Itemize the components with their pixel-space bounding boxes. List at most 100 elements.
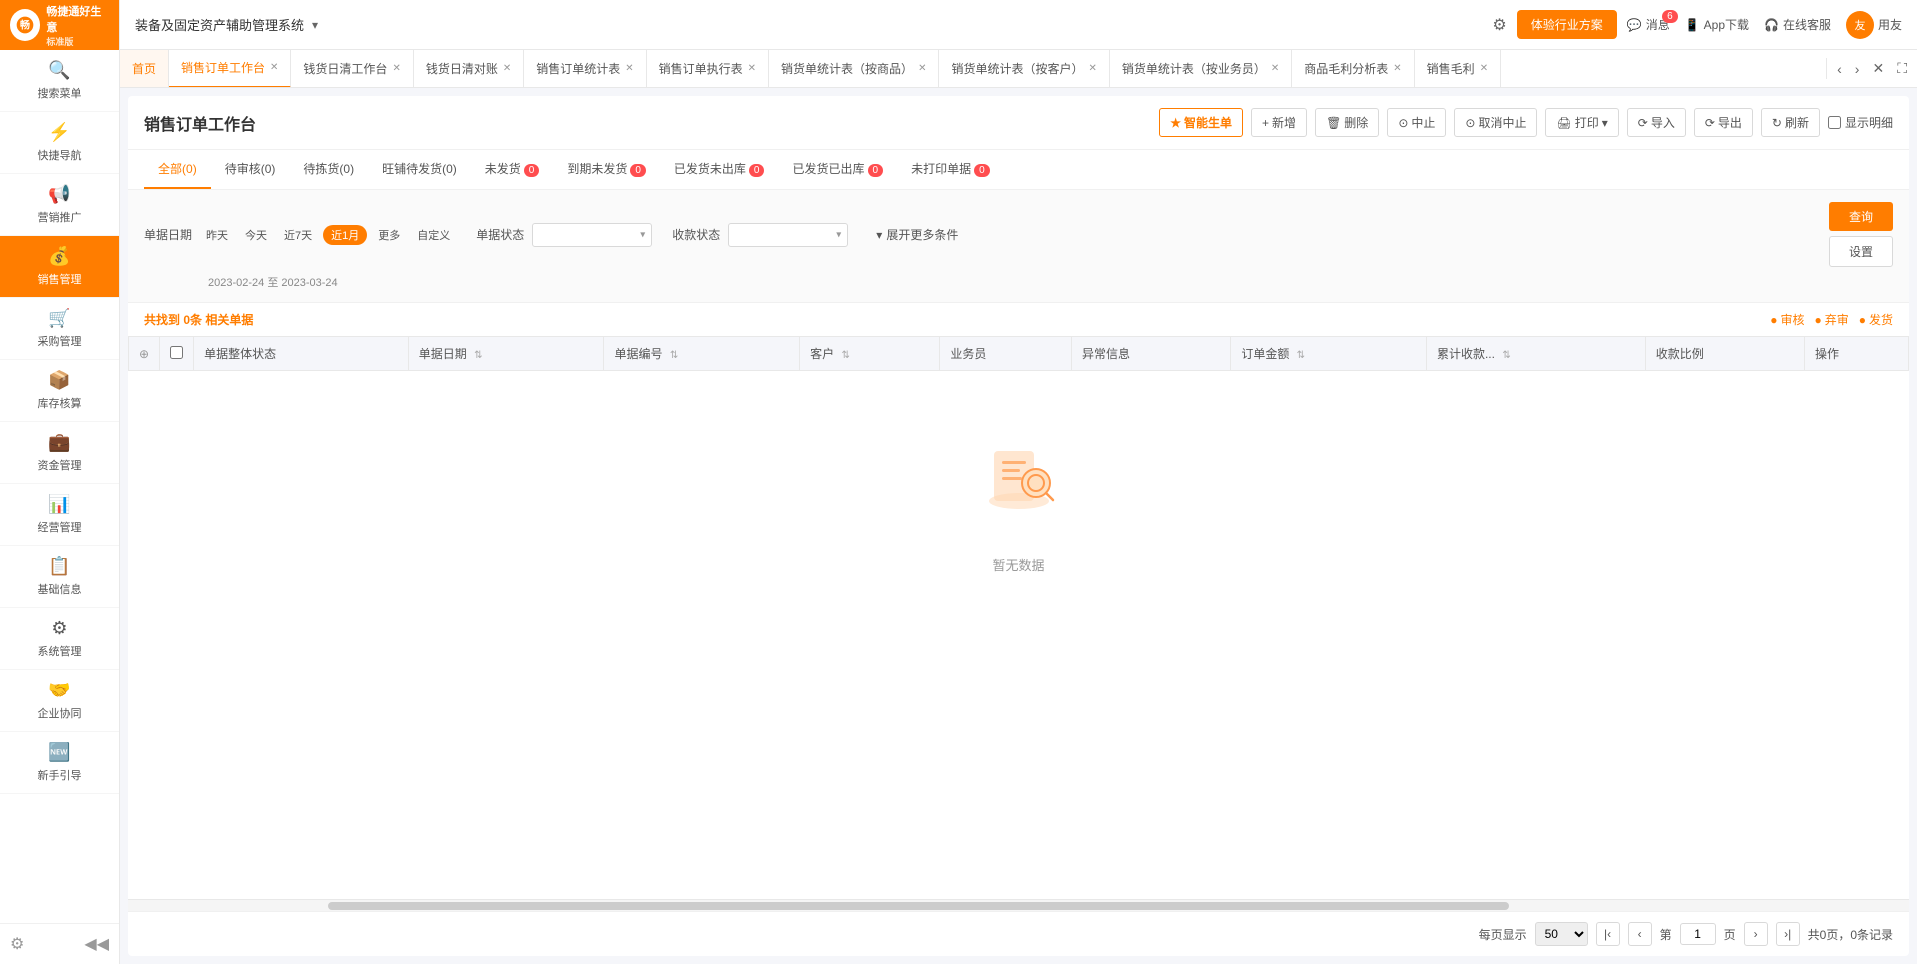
col-customer-header[interactable]: 客户 ⇅	[800, 337, 940, 371]
tab-next-icon[interactable]: ›	[1850, 59, 1865, 79]
shortcut-7days[interactable]: 近7天	[278, 225, 318, 245]
show-detail-checkbox[interactable]	[1828, 116, 1841, 129]
sidebar-item-marketing[interactable]: 📢 营销推广	[0, 174, 119, 236]
close-tab-sales-exec[interactable]: ✕	[748, 63, 756, 74]
col-staff-header[interactable]: 业务员	[940, 337, 1072, 371]
batch-audit-button[interactable]: ● 审核	[1770, 311, 1804, 328]
handshake-icon: 🤝	[48, 680, 70, 701]
tab-close-all-icon[interactable]: ✕	[1867, 58, 1889, 79]
collapse-icon[interactable]: ◀◀	[84, 934, 109, 954]
tab-prev-icon[interactable]: ‹	[1832, 59, 1847, 79]
sidebar: 畅 畅捷通好生意 标准版 🔍 搜索菜单 ⚡ 快捷导航 📢 营销推广 💰 销售管理…	[0, 0, 120, 964]
filter-tab-shipped-not-outbound[interactable]: 已发货未出库0	[660, 150, 779, 189]
tab-sales-profit[interactable]: 销售毛利 ✕	[1415, 50, 1501, 88]
sidebar-item-finance[interactable]: 💼 资金管理	[0, 422, 119, 484]
filter-tab-shipped-outbound[interactable]: 已发货已出库0	[778, 150, 897, 189]
status-select[interactable]	[532, 223, 652, 247]
sidebar-item-system[interactable]: ⚙ 系统管理	[0, 608, 119, 670]
column-settings-icon[interactable]: ⊕	[139, 347, 149, 361]
close-tab-sales-profit[interactable]: ✕	[1480, 63, 1488, 74]
shortcut-custom[interactable]: 自定义	[411, 225, 456, 245]
export-button[interactable]: ⟳ 导出	[1694, 108, 1753, 137]
settings-bottom-icon[interactable]: ⚙	[10, 934, 24, 954]
trial-button[interactable]: 体验行业方案	[1517, 10, 1617, 39]
sidebar-item-purchase[interactable]: 🛒 采购管理	[0, 298, 119, 360]
close-tab-sales-order[interactable]: ✕	[270, 62, 278, 73]
filter-tab-pending-inspect[interactable]: 待拣货(0)	[289, 150, 368, 189]
close-tab-sales-sum-customer[interactable]: ✕	[1088, 63, 1096, 74]
filter-tab-expired-not-shipped[interactable]: 到期未发货0	[553, 150, 660, 189]
horizontal-scrollbar[interactable]	[128, 899, 1909, 911]
delete-button[interactable]: 🗑 删除	[1315, 108, 1379, 137]
expand-more-btn[interactable]: ▾ 展开更多条件	[868, 222, 966, 247]
page-last-btn[interactable]: ›|	[1776, 922, 1800, 946]
messages-button[interactable]: 💬 消息 6	[1627, 16, 1670, 33]
print-dropdown-icon[interactable]: ▾	[1602, 116, 1608, 130]
close-tab-product-margin[interactable]: ✕	[1393, 63, 1401, 74]
close-tab-cash-daily[interactable]: ✕	[392, 63, 400, 74]
page-next-btn[interactable]: ›	[1744, 922, 1768, 946]
filter-tab-wangpu-ship[interactable]: 旺铺待发货(0)	[368, 150, 471, 189]
sidebar-item-newbie[interactable]: 🆕 新手引导	[0, 732, 119, 794]
tab-sales-order[interactable]: 销售订单工作台 ✕	[169, 50, 291, 88]
close-tab-sales-sum-product[interactable]: ✕	[918, 63, 926, 74]
page-prev-btn[interactable]: ‹	[1628, 922, 1652, 946]
sidebar-item-cooperation[interactable]: 🤝 企业协同	[0, 670, 119, 732]
shortcut-more[interactable]: 更多	[372, 225, 406, 245]
sidebar-item-inventory[interactable]: 📦 库存核算	[0, 360, 119, 422]
sidebar-item-search[interactable]: 🔍 搜索菜单	[0, 50, 119, 112]
tab-fullscreen-icon[interactable]: ⛶	[1892, 58, 1912, 79]
tab-sales-sum-product[interactable]: 销货单统计表（按商品） ✕	[769, 50, 939, 88]
tab-sales-sum-staff[interactable]: 销货单统计表（按业务员） ✕	[1110, 50, 1292, 88]
cancel-stop-button[interactable]: ⊙ 取消中止	[1454, 108, 1537, 137]
close-tab-cash-reconcile[interactable]: ✕	[503, 63, 511, 74]
customer-sort-icon: ⇅	[841, 350, 849, 361]
add-button[interactable]: + 新增	[1251, 108, 1307, 137]
tab-sales-exec[interactable]: 销售订单执行表 ✕	[647, 50, 769, 88]
settings-button[interactable]: 设置	[1829, 236, 1893, 267]
filter-tab-pending-review[interactable]: 待审核(0)	[211, 150, 290, 189]
print-button[interactable]: 🖨 打印 ▾	[1545, 108, 1618, 137]
batch-void-button[interactable]: ● 弃审	[1814, 311, 1848, 328]
page-input[interactable]	[1680, 923, 1716, 945]
user-menu[interactable]: 友 用友	[1846, 11, 1902, 39]
select-all-checkbox[interactable]	[170, 346, 183, 359]
shortcut-1month[interactable]: 近1月	[323, 225, 367, 245]
system-dropdown-icon[interactable]: ▾	[312, 18, 318, 32]
tab-home[interactable]: 首页	[120, 50, 169, 88]
show-detail-checkbox-label[interactable]: 显示明细	[1828, 114, 1893, 131]
online-service-button[interactable]: 🎧 在线客服	[1764, 16, 1831, 33]
col-number-header[interactable]: 单据编号 ⇅	[604, 337, 800, 371]
filter-tab-not-printed[interactable]: 未打印单据0	[897, 150, 1004, 189]
sidebar-item-operations[interactable]: 📊 经营管理	[0, 484, 119, 546]
col-collected-header[interactable]: 累计收款... ⇅	[1426, 337, 1645, 371]
sidebar-item-sales[interactable]: 💰 销售管理	[0, 236, 119, 298]
sidebar-item-basic-info[interactable]: 📋 基础信息	[0, 546, 119, 608]
tab-product-margin[interactable]: 商品毛利分析表 ✕	[1292, 50, 1414, 88]
col-amount-header[interactable]: 订单金额 ⇅	[1231, 337, 1427, 371]
import-button[interactable]: ⟳ 导入	[1627, 108, 1686, 137]
smart-create-button[interactable]: ★ 智能生单	[1159, 108, 1243, 137]
close-tab-sales-stats[interactable]: ✕	[625, 63, 633, 74]
tab-sales-sum-customer[interactable]: 销货单统计表（按客户） ✕	[939, 50, 1109, 88]
stop-button[interactable]: ⊙ 中止	[1387, 108, 1446, 137]
tab-cash-reconcile[interactable]: 钱货日清对账 ✕	[414, 50, 524, 88]
close-tab-sales-sum-staff[interactable]: ✕	[1271, 63, 1279, 74]
shortcut-today[interactable]: 今天	[239, 225, 273, 245]
app-download-button[interactable]: 📱 App下载	[1685, 16, 1749, 33]
page-size-select[interactable]: 50 10 20 100	[1535, 922, 1588, 946]
payment-select[interactable]	[728, 223, 848, 247]
tab-sales-stats[interactable]: 销售订单统计表 ✕	[524, 50, 646, 88]
query-button[interactable]: 查询	[1829, 202, 1893, 231]
page-first-btn[interactable]: |‹	[1596, 922, 1620, 946]
refresh-button[interactable]: ↻ 刷新	[1761, 108, 1820, 137]
sidebar-item-quick-nav[interactable]: ⚡ 快捷导航	[0, 112, 119, 174]
filter-tab-all[interactable]: 全部(0)	[144, 150, 211, 189]
scrollbar-thumb[interactable]	[328, 902, 1509, 910]
shortcut-yesterday[interactable]: 昨天	[200, 225, 234, 245]
batch-ship-button[interactable]: ● 发货	[1859, 311, 1893, 328]
col-date-header[interactable]: 单据日期 ⇅	[408, 337, 604, 371]
topbar-settings-icon[interactable]: ⚙	[1492, 15, 1506, 35]
filter-tab-not-shipped[interactable]: 未发货0	[471, 150, 554, 189]
tab-cash-daily[interactable]: 钱货日清工作台 ✕	[291, 50, 413, 88]
